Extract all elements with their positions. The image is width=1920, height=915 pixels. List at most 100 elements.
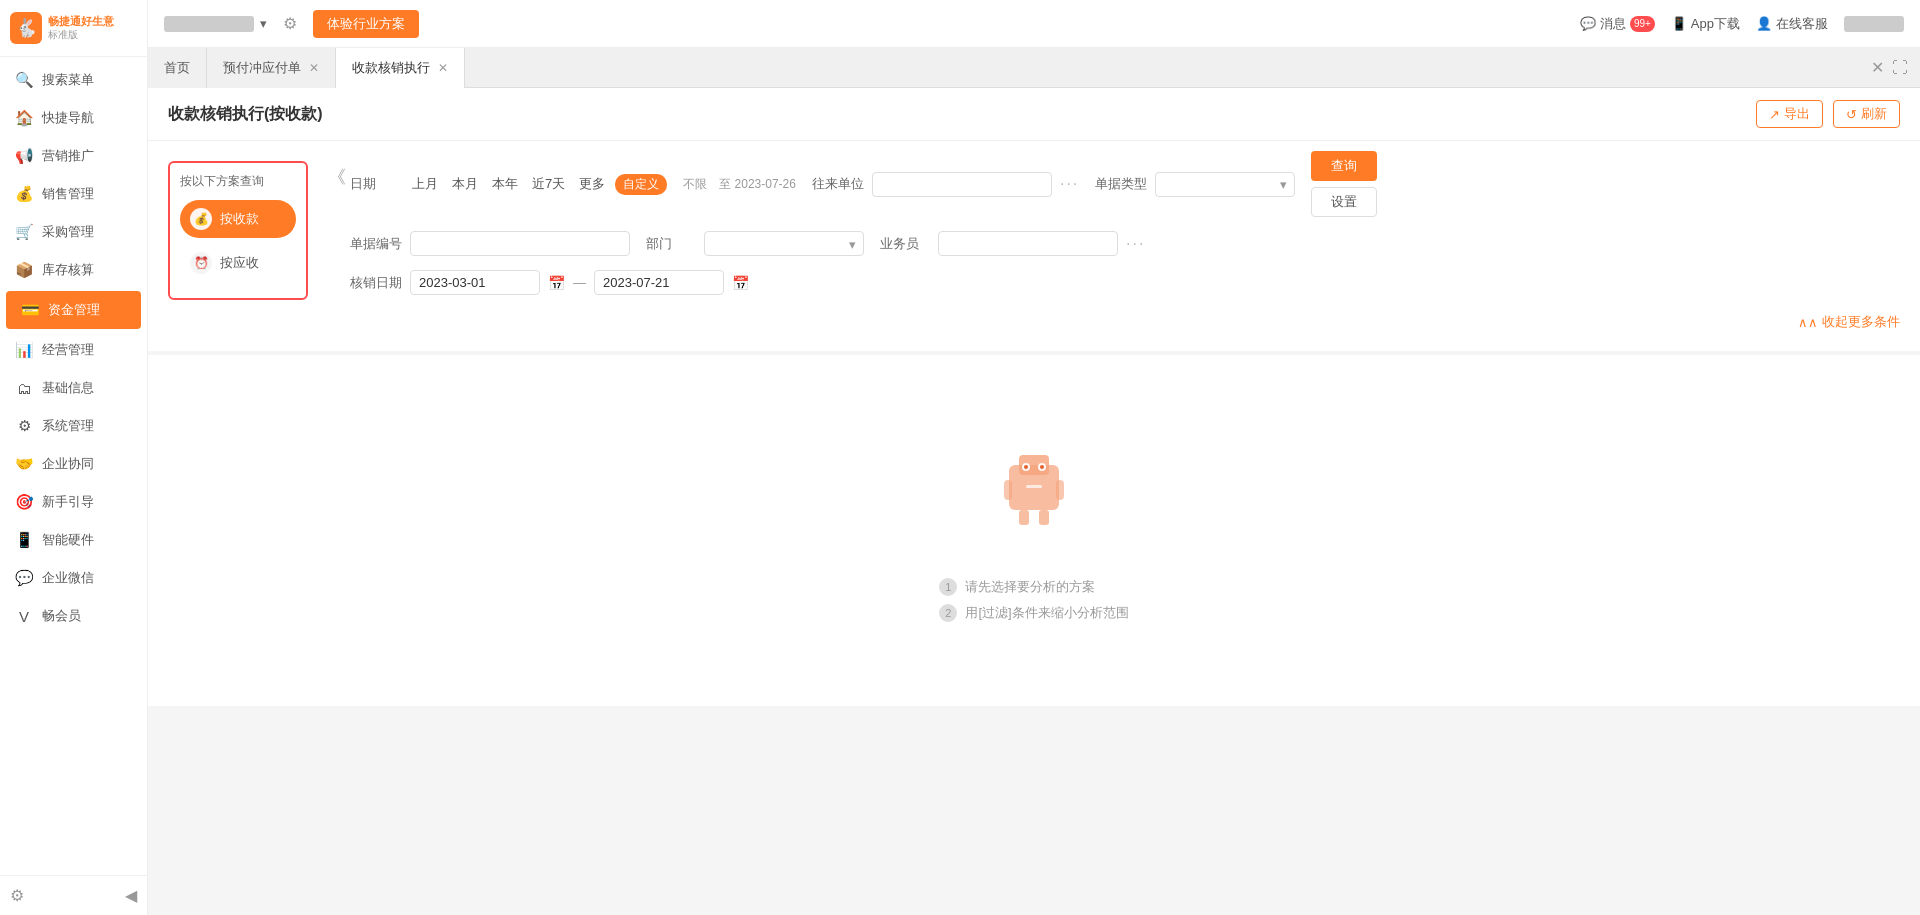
sidebar-item-enterprise[interactable]: 🤝企业协同 — [0, 445, 147, 483]
nav-icon-member: V — [14, 608, 34, 625]
doc-type-select[interactable] — [1155, 172, 1295, 197]
tab-home[interactable]: 首页 — [148, 48, 207, 88]
online-service-button[interactable]: 👤 在线客服 — [1756, 15, 1828, 33]
counterparty-dots-button[interactable]: ··· — [1060, 175, 1079, 193]
logo-sub: 标准版 — [48, 28, 114, 42]
app-icon: 📱 — [1671, 16, 1687, 31]
last-7days-shortcut[interactable]: 近7天 — [528, 173, 569, 195]
setting-button[interactable]: 设置 — [1311, 187, 1377, 217]
svg-rect-9 — [1019, 510, 1029, 525]
nav-icon-purchase: 🛒 — [14, 223, 34, 241]
page-header: 收款核销执行(按收款) ↗ 导出 ↺ 刷新 — [148, 88, 1920, 141]
tab-advance-pay-label: 预付冲应付单 — [223, 59, 301, 77]
user-avatar[interactable] — [1844, 16, 1904, 32]
sidebar-bottom: ⚙ ◀ — [0, 875, 147, 915]
collapse-left-panel-button[interactable]: 《 — [324, 161, 350, 193]
tab-advance-pay[interactable]: 预付冲应付单 ✕ — [207, 48, 336, 88]
doc-type-field: 单据类型 — [1095, 172, 1295, 197]
date-field: 日期 上月 本月 本年 近7天 更多 自定义 — [350, 173, 667, 195]
dept-select-wrapper — [704, 231, 864, 256]
sidebar-item-guide[interactable]: 🎯 新手引导 — [0, 483, 147, 521]
tip-2-num: 2 — [939, 604, 957, 622]
empty-state: 1 请先选择要分析的方案 2 用[过滤]条件来缩小分析范围 — [148, 355, 1920, 706]
query-button[interactable]: 查询 — [1311, 151, 1377, 181]
nav-label-finance: 资金管理 — [48, 301, 100, 319]
empty-svg — [984, 435, 1084, 535]
more-shortcut[interactable]: 更多 — [575, 173, 609, 195]
sidebar-item-system[interactable]: ⚙系统管理 — [0, 407, 147, 445]
tab-advance-pay-close-icon[interactable]: ✕ — [309, 61, 319, 75]
last-month-shortcut[interactable]: 上月 — [408, 173, 442, 195]
message-label: 消息 — [1600, 15, 1626, 33]
topbar-right: 💬 消息 99+ 📱 App下载 👤 在线客服 — [1580, 15, 1904, 33]
sidebar-item-finance[interactable]: 💳资金管理 — [6, 291, 141, 329]
svg-rect-7 — [1004, 480, 1012, 500]
filter-option-receivable[interactable]: ⏰ 按应收 — [180, 244, 296, 282]
nav-label-enterprise: 企业协同 — [42, 455, 94, 473]
tabbar: 首页 预付冲应付单 ✕ 收款核销执行 ✕ ✕ ⛶ — [148, 48, 1920, 88]
receivable-option-icon: ⏰ — [190, 252, 212, 274]
nav-icon-inventory: 📦 — [14, 261, 34, 279]
doc-num-input[interactable] — [410, 231, 630, 256]
sidebar: 🐇 畅捷通好生意 标准版 🔍搜索菜单🏠快捷导航📢营销推广💰销售管理🛒采购管理📦库… — [0, 0, 148, 915]
company-dropdown-icon[interactable]: ▾ — [260, 16, 267, 31]
filter-row-3: 核销日期 📅 — 📅 — [350, 270, 1900, 295]
filter-left-panel: 按以下方案查询 💰 按收款 ⏰ 按应收 — [168, 161, 308, 300]
export-button[interactable]: ↗ 导出 — [1756, 100, 1823, 128]
tab-receipt-verify-close-icon[interactable]: ✕ — [438, 61, 448, 75]
sidebar-item-purchase[interactable]: 🛒采购管理 — [0, 213, 147, 251]
verify-date-field: 核销日期 📅 — 📅 — [350, 270, 749, 295]
expand-tab-icon[interactable]: ⛶ — [1892, 59, 1908, 77]
verify-date-end-calendar-icon[interactable]: 📅 — [732, 275, 749, 291]
counterparty-input[interactable] — [872, 172, 1052, 197]
sidebar-item-inventory[interactable]: 📦库存核算 — [0, 251, 147, 289]
staff-input[interactable] — [938, 231, 1118, 256]
verify-date-start-calendar-icon[interactable]: 📅 — [548, 275, 565, 291]
sidebar-item-basic[interactable]: 🗂基础信息 — [0, 369, 147, 407]
empty-tip-2: 2 用[过滤]条件来缩小分析范围 — [939, 600, 1128, 626]
sidebar-item-marketing[interactable]: 📢营销推广 — [0, 137, 147, 175]
verify-date-inputs: 📅 — 📅 — [410, 270, 749, 295]
sidebar-item-wechat[interactable]: 💬企业微信 — [0, 559, 147, 597]
nav-icon-system: ⚙ — [14, 417, 34, 435]
collapse-more-button[interactable]: ∧∧ 收起更多条件 — [350, 309, 1900, 339]
verify-date-start-input[interactable] — [410, 270, 540, 295]
sidebar-item-member[interactable]: V畅会员 — [0, 597, 147, 635]
this-year-shortcut[interactable]: 本年 — [488, 173, 522, 195]
date-label: 日期 — [350, 175, 400, 193]
svg-rect-8 — [1056, 480, 1064, 500]
industry-solution-button[interactable]: 体验行业方案 — [313, 10, 419, 38]
verify-date-separator: — — [573, 275, 586, 290]
sidebar-item-sales[interactable]: 💰销售管理 — [0, 175, 147, 213]
close-tab-icon[interactable]: ✕ — [1871, 58, 1884, 77]
collapse-sidebar-icon[interactable]: ◀ — [125, 886, 137, 905]
company-selector[interactable]: ▾ — [164, 16, 267, 32]
nav-icon-guide: 🎯 — [14, 493, 34, 511]
settings-gear-icon[interactable]: ⚙ — [283, 14, 297, 33]
staff-field: 业务员 ··· — [880, 231, 1145, 256]
verify-date-end-input[interactable] — [594, 270, 724, 295]
nav-label-basic: 基础信息 — [42, 379, 94, 397]
filter-option-receipt[interactable]: 💰 按收款 — [180, 200, 296, 238]
logo: 🐇 畅捷通好生意 标准版 — [0, 0, 147, 57]
export-label: 导出 — [1784, 105, 1810, 123]
staff-dots-button[interactable]: ··· — [1126, 235, 1145, 253]
app-download-button[interactable]: 📱 App下载 — [1671, 15, 1740, 33]
doc-type-label: 单据类型 — [1095, 175, 1147, 193]
this-month-shortcut[interactable]: 本月 — [448, 173, 482, 195]
custom-tag[interactable]: 自定义 — [615, 174, 667, 195]
nav-label-guide: 新手引导 — [42, 493, 94, 511]
sidebar-item-search-menu[interactable]: 🔍搜索菜单 — [0, 61, 147, 99]
logo-name: 畅捷通好生意 — [48, 14, 114, 28]
message-button[interactable]: 💬 消息 99+ — [1580, 15, 1655, 33]
tab-receipt-verify[interactable]: 收款核销执行 ✕ — [336, 48, 465, 88]
refresh-button[interactable]: ↺ 刷新 — [1833, 100, 1900, 128]
verify-date-label: 核销日期 — [350, 274, 402, 292]
settings-icon[interactable]: ⚙ — [10, 886, 24, 905]
sidebar-item-quick-nav[interactable]: 🏠快捷导航 — [0, 99, 147, 137]
sidebar-item-operation[interactable]: 📊经营管理 — [0, 331, 147, 369]
dept-select[interactable] — [704, 231, 864, 256]
sidebar-item-hardware[interactable]: 📱智能硬件 — [0, 521, 147, 559]
nav-icon-marketing: 📢 — [14, 147, 34, 165]
dept-label: 部门 — [646, 235, 696, 253]
